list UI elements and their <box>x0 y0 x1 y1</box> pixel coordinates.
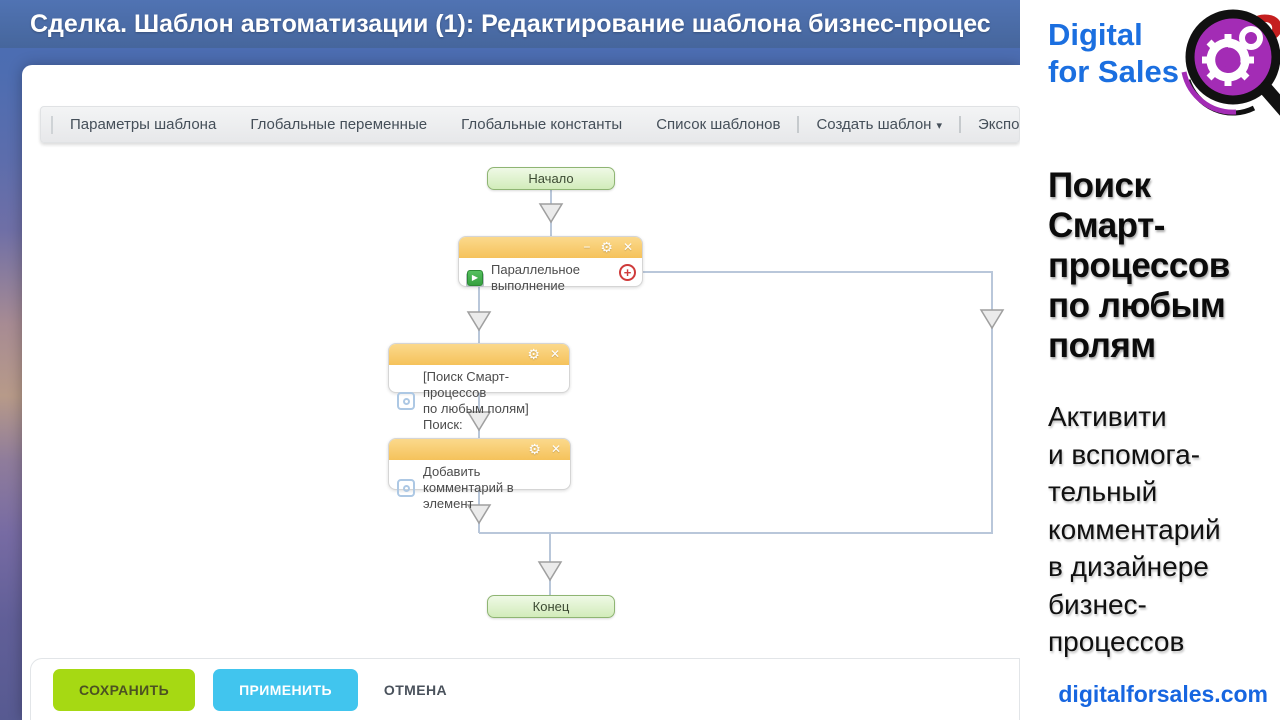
close-icon[interactable]: ✕ <box>551 439 561 460</box>
magnifier-gear-logo-icon: ? <box>1181 1 1280 116</box>
close-icon[interactable]: ✕ <box>550 344 560 365</box>
activity-block-title: [Поиск Смарт-процессов по любым полям] П… <box>423 369 529 432</box>
activity-icon-dot <box>402 397 410 405</box>
activity-block-parallel-execution[interactable]: − ⚙ ✕ ▶ Параллельное выполнение + <box>458 236 643 293</box>
flow-start-node: Начало <box>487 167 615 190</box>
settings-gear-icon[interactable]: ⚙ <box>527 344 540 365</box>
screen: Сделка. Шаблон автоматизации (1): Редакт… <box>0 0 1280 720</box>
settings-gear-icon[interactable]: ⚙ <box>600 237 613 258</box>
activity-block-smart-process-search[interactable]: ⚙ ✕ [Поиск Смарт-процессов по любым поля… <box>388 343 570 432</box>
activity-icon <box>397 392 415 410</box>
add-branch-button[interactable]: + <box>619 264 636 281</box>
parallel-execution-icon: ▶ <box>467 270 483 286</box>
branding-sidebar: Digital for Sales ? <box>1020 0 1280 720</box>
activity-block-body: Добавить комментарий в элемент <box>389 460 570 516</box>
window-title: Сделка. Шаблон автоматизации (1): Редакт… <box>0 0 1020 48</box>
activity-block-title: Добавить комментарий в элемент <box>423 464 514 511</box>
logo-line2: for Sales <box>1048 54 1179 89</box>
activity-block-header: ⚙ ✕ <box>389 344 569 365</box>
minimize-icon[interactable]: − <box>583 237 590 258</box>
flow-end-node: Конец <box>487 595 615 618</box>
logo-line1: Digital <box>1048 17 1143 52</box>
activity-icon-dot <box>402 484 410 492</box>
activity-block-header: ⚙ ✕ <box>389 439 570 460</box>
activity-block-add-comment[interactable]: ⚙ ✕ Добавить комментарий в элемент <box>388 438 571 511</box>
sidebar-heading: Поиск Смарт- процессов по любым полям <box>1048 166 1230 365</box>
save-panel: СОХРАНИТЬ ПРИМЕНИТЬ ОТМЕНА <box>30 658 1020 720</box>
process-designer-panel: Параметры шаблона Глобальные переменные … <box>22 65 1020 720</box>
website-link[interactable]: digitalforsales.com <box>1058 681 1268 708</box>
cancel-button[interactable]: ОТМЕНА <box>378 681 453 699</box>
settings-gear-icon[interactable]: ⚙ <box>528 439 541 460</box>
activity-block-title: Параллельное выполнение <box>491 262 581 293</box>
activity-block-header: − ⚙ ✕ <box>459 237 642 258</box>
save-button[interactable]: СОХРАНИТЬ <box>53 668 196 711</box>
logo-wordmark: Digital for Sales <box>1048 16 1179 90</box>
activity-block-body: ▶ Параллельное выполнение <box>459 258 642 298</box>
activity-block-body: [Поиск Смарт-процессов по любым полям] П… <box>389 365 569 437</box>
sidebar-description: Активити и вспомога- тельный комментарий… <box>1048 401 1221 657</box>
apply-button[interactable]: ПРИМЕНИТЬ <box>213 668 358 711</box>
activity-icon <box>397 479 415 497</box>
close-icon[interactable]: ✕ <box>623 237 633 258</box>
